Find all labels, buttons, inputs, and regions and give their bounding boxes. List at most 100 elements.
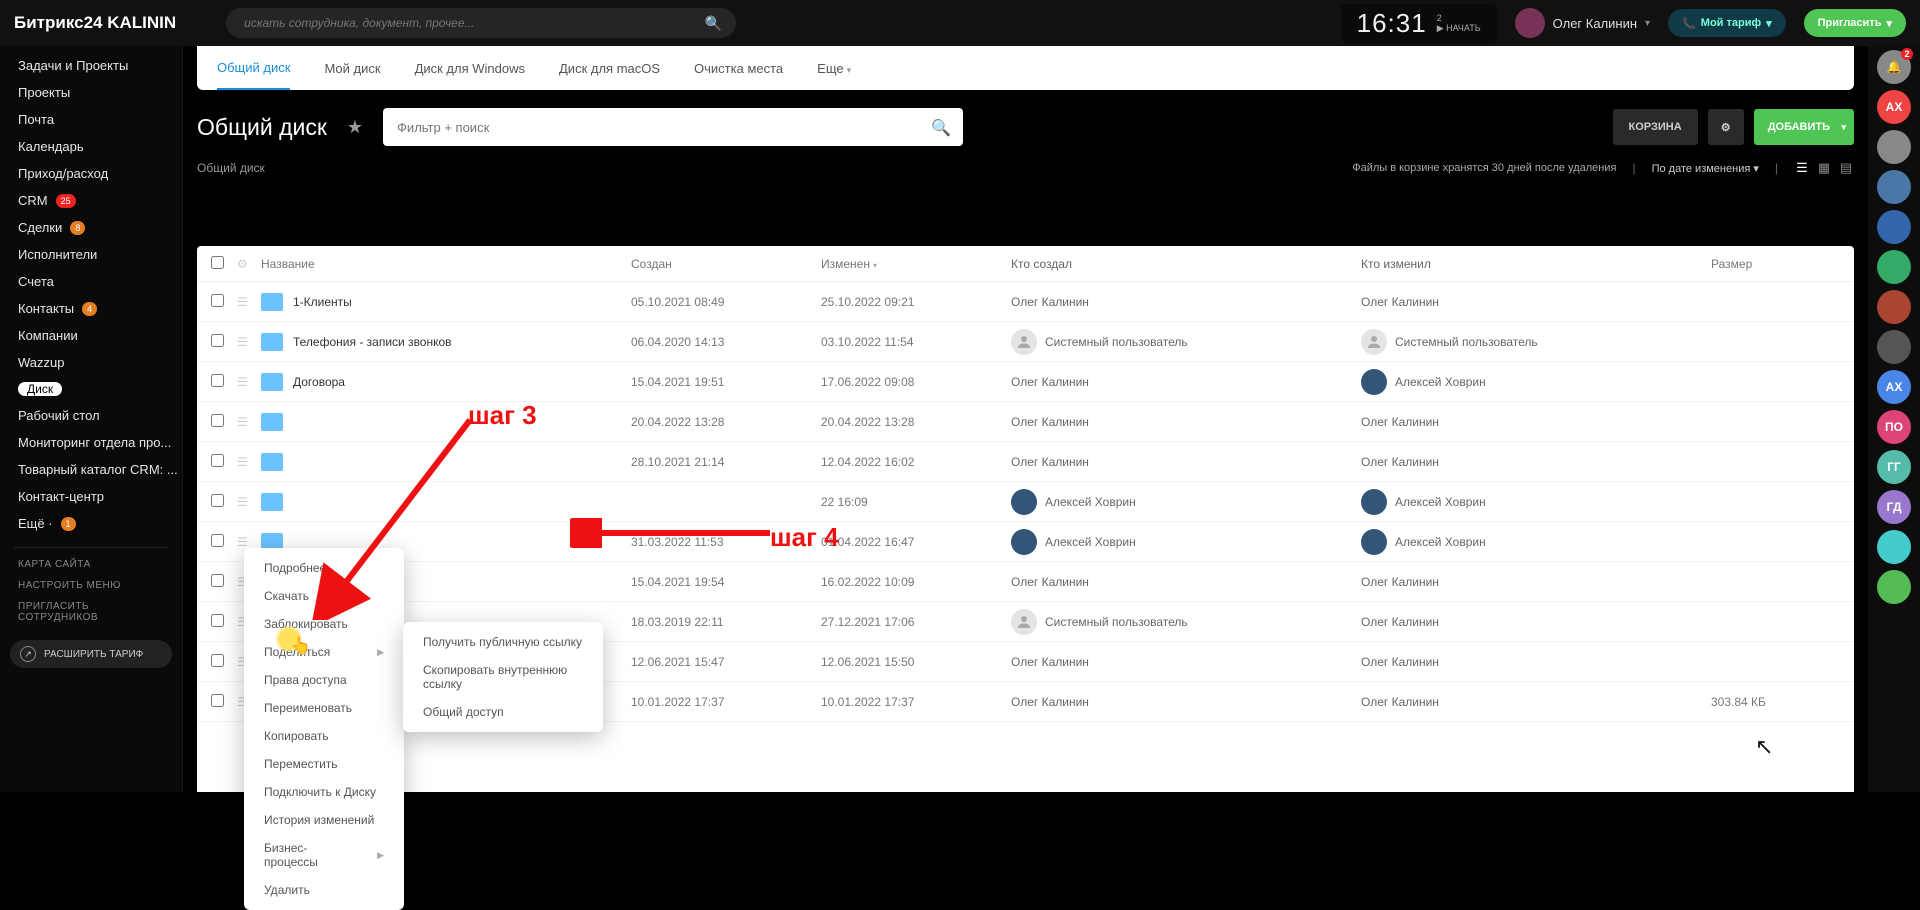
context-item[interactable]: Скачать: [244, 582, 404, 610]
breadcrumb[interactable]: Общий диск: [197, 161, 265, 175]
drag-handle-icon[interactable]: ☰: [237, 455, 261, 469]
col-who-created[interactable]: Кто создал: [1011, 257, 1361, 271]
row-checkbox[interactable]: [211, 534, 224, 547]
sidebar-item[interactable]: Ещё ·1: [0, 510, 182, 537]
col-name[interactable]: Название: [261, 257, 631, 271]
tariff-button[interactable]: 📞 Мой тариф ▾: [1668, 9, 1786, 37]
view-tile-icon[interactable]: ▤: [1838, 160, 1854, 176]
table-row[interactable]: ☰20.04.2022 13:2820.04.2022 13:28Олег Ка…: [197, 402, 1854, 442]
context-item[interactable]: Переместить: [244, 750, 404, 778]
tab[interactable]: Диск для macOS: [559, 48, 660, 89]
row-checkbox[interactable]: [211, 454, 224, 467]
drag-handle-icon[interactable]: ☰: [237, 335, 261, 349]
row-checkbox[interactable]: [211, 694, 224, 707]
sidebar-item[interactable]: Контакты4: [0, 295, 182, 322]
sidebar-item[interactable]: Почта: [0, 106, 182, 133]
global-search[interactable]: 🔍: [226, 8, 736, 38]
user-menu[interactable]: Олег Калинин ▾: [1515, 8, 1650, 38]
context-item[interactable]: Права доступа: [244, 666, 404, 694]
sidebar-item[interactable]: Мониторинг отдела про...: [0, 429, 182, 456]
context-item[interactable]: Поделиться▶: [244, 638, 404, 666]
rail-item[interactable]: [1877, 130, 1911, 164]
sidebar-item[interactable]: Компании: [0, 322, 182, 349]
expand-tariff-button[interactable]: ↗РАСШИРИТЬ ТАРИФ: [10, 640, 172, 668]
rail-item[interactable]: 🔔2: [1877, 50, 1911, 84]
rail-item[interactable]: [1877, 330, 1911, 364]
rail-item[interactable]: [1877, 570, 1911, 604]
col-created[interactable]: Создан: [631, 257, 821, 271]
rail-item[interactable]: [1877, 170, 1911, 204]
sidebar-item[interactable]: Приход/расход: [0, 160, 182, 187]
rail-item[interactable]: ГД: [1877, 490, 1911, 524]
context-item[interactable]: Заблокировать: [244, 610, 404, 638]
context-item[interactable]: Копировать: [244, 722, 404, 750]
rail-item[interactable]: АХ: [1877, 370, 1911, 404]
row-checkbox[interactable]: [211, 374, 224, 387]
table-row[interactable]: ☰31.03.2022 11:5301.04.2022 16:47Алексей…: [197, 522, 1854, 562]
star-icon[interactable]: ★: [347, 117, 363, 138]
sidebar-mini-link[interactable]: КАРТА САЙТА: [0, 554, 182, 575]
context-item[interactable]: История изменений: [244, 806, 404, 834]
context-item[interactable]: Бизнес-процессы▶: [244, 834, 404, 876]
filter[interactable]: 🔍: [383, 108, 963, 146]
tab[interactable]: Очистка места: [694, 48, 783, 89]
row-checkbox[interactable]: [211, 414, 224, 427]
rail-item[interactable]: ПО: [1877, 410, 1911, 444]
sort-select[interactable]: По дате изменения ▾: [1652, 162, 1759, 175]
sidebar-item[interactable]: Счета: [0, 268, 182, 295]
trash-button[interactable]: КОРЗИНА: [1613, 109, 1698, 145]
rail-item[interactable]: АХ: [1877, 90, 1911, 124]
row-checkbox[interactable]: [211, 614, 224, 627]
col-changed[interactable]: Изменен▾: [821, 257, 1011, 271]
sidebar-item[interactable]: CRM25: [0, 187, 182, 214]
table-row[interactable]: ☰1-Клиенты05.10.2021 08:4925.10.2022 09:…: [197, 282, 1854, 322]
col-who-changed[interactable]: Кто изменил: [1361, 257, 1711, 271]
rail-item[interactable]: ГГ: [1877, 450, 1911, 484]
gear-icon[interactable]: ⚙: [237, 257, 261, 271]
table-row[interactable]: ☰Договора15.04.2021 19:5117.06.2022 09:0…: [197, 362, 1854, 402]
context-item[interactable]: Скопировать внутреннюю ссылку: [403, 656, 603, 698]
sidebar-item[interactable]: Товарный каталог CRM: ...: [0, 456, 182, 483]
row-checkbox[interactable]: [211, 494, 224, 507]
select-all-checkbox[interactable]: [211, 256, 224, 269]
table-row[interactable]: ☰22 16:09Алексей ХовринАлексей Ховрин: [197, 482, 1854, 522]
drag-handle-icon[interactable]: ☰: [237, 295, 261, 309]
context-item[interactable]: Переименовать: [244, 694, 404, 722]
rail-item[interactable]: [1877, 210, 1911, 244]
drag-handle-icon[interactable]: ☰: [237, 375, 261, 389]
row-checkbox[interactable]: [211, 294, 224, 307]
row-checkbox[interactable]: [211, 334, 224, 347]
col-size[interactable]: Размер: [1711, 257, 1831, 271]
sidebar-item[interactable]: Исполнители: [0, 241, 182, 268]
sidebar-mini-link[interactable]: ПРИГЛАСИТЬ СОТРУДНИКОВ: [0, 596, 182, 628]
table-row[interactable]: ☰28.10.2021 21:1412.04.2022 16:02Олег Ка…: [197, 442, 1854, 482]
rail-item[interactable]: [1877, 250, 1911, 284]
sidebar-item[interactable]: Wazzup: [0, 349, 182, 376]
tab[interactable]: Общий диск: [217, 47, 290, 90]
row-checkbox[interactable]: [211, 574, 224, 587]
clock[interactable]: 16:31 2▶ НАЧАТЬ: [1341, 4, 1497, 43]
sidebar-item[interactable]: Рабочий стол: [0, 402, 182, 429]
settings-button[interactable]: ⚙: [1708, 109, 1744, 145]
rail-item[interactable]: [1877, 290, 1911, 324]
context-item[interactable]: Подробнее: [244, 554, 404, 582]
row-checkbox[interactable]: [211, 654, 224, 667]
context-item[interactable]: Получить публичную ссылку: [403, 628, 603, 656]
tab[interactable]: Диск для Windows: [415, 48, 525, 89]
drag-handle-icon[interactable]: ☰: [237, 535, 261, 549]
sidebar-item[interactable]: Задачи и Проекты: [0, 52, 182, 79]
sidebar-item[interactable]: Календарь: [0, 133, 182, 160]
sidebar-mini-link[interactable]: НАСТРОИТЬ МЕНЮ: [0, 575, 182, 596]
invite-button[interactable]: Пригласить ▾: [1804, 9, 1906, 37]
view-grid-icon[interactable]: ▦: [1816, 160, 1832, 176]
global-search-input[interactable]: [226, 8, 736, 38]
drag-handle-icon[interactable]: ☰: [237, 415, 261, 429]
context-item[interactable]: Удалить: [244, 876, 404, 904]
rail-item[interactable]: [1877, 530, 1911, 564]
view-list-icon[interactable]: ☰: [1794, 160, 1810, 176]
sidebar-item[interactable]: Проекты: [0, 79, 182, 106]
tab[interactable]: Мой диск: [324, 48, 380, 89]
sidebar-item[interactable]: Сделки8: [0, 214, 182, 241]
add-button[interactable]: ДОБАВИТЬ: [1754, 109, 1854, 145]
tab[interactable]: Еще▾: [817, 48, 851, 89]
